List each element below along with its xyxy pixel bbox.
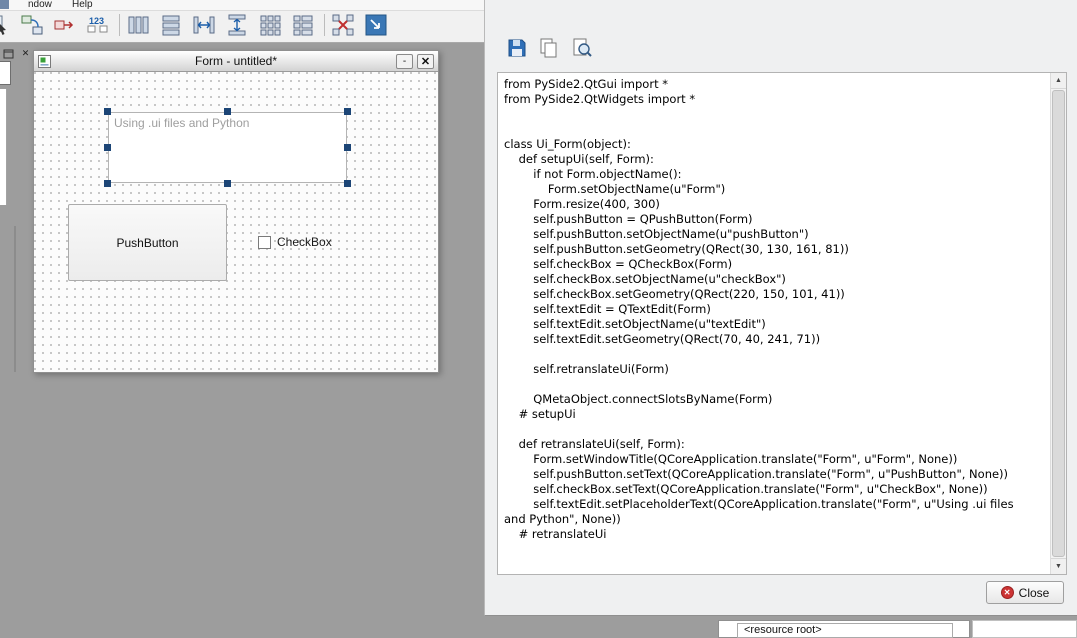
code-line: from PySide2.QtWidgets import * xyxy=(504,92,1047,107)
break-layout-icon[interactable] xyxy=(331,13,355,37)
form-window-titlebar[interactable]: Form - untitled* - ✕ xyxy=(34,51,438,72)
save-icon[interactable] xyxy=(505,36,529,60)
code-line: self.checkBox.setGeometry(QRect(220, 150… xyxy=(504,287,1047,302)
close-button-label: Close xyxy=(1019,586,1050,600)
code-line: # setupUi xyxy=(504,407,1047,422)
svg-text:123: 123 xyxy=(89,16,104,26)
code-view[interactable]: from PySide2.QtGui import *from PySide2.… xyxy=(497,72,1067,575)
code-line: self.pushButton.setObjectName(u"pushButt… xyxy=(504,227,1047,242)
form-window-icon xyxy=(38,55,51,68)
code-line xyxy=(504,107,1047,122)
dock-panel-fragment xyxy=(0,61,11,85)
vertical-scrollbar[interactable]: ▲ ▼ xyxy=(1050,73,1066,574)
minimize-button[interactable]: - xyxy=(396,54,413,69)
edit-tab-order-icon[interactable]: 123 xyxy=(86,13,110,37)
dock-float-icon[interactable] xyxy=(2,47,15,60)
dock-close-icon[interactable]: ✕ xyxy=(19,47,32,60)
form-window-title: Form - untitled* xyxy=(34,54,438,68)
code-line: Form.resize(400, 300) xyxy=(504,197,1047,212)
code-line: from PySide2.QtGui import * xyxy=(504,77,1047,92)
code-line: # retranslateUi xyxy=(504,527,1047,542)
checkbox-widget[interactable]: CheckBox xyxy=(258,234,332,250)
dock-panel-fragment xyxy=(0,89,7,205)
textedit-placeholder: Using .ui files and Python xyxy=(114,116,249,130)
code-line xyxy=(504,422,1047,437)
find-icon[interactable] xyxy=(570,36,594,60)
code-line: self.textEdit.setObjectName(u"textEdit") xyxy=(504,317,1047,332)
edit-signals-slots-icon[interactable] xyxy=(20,13,44,37)
selection-handle[interactable] xyxy=(344,108,351,115)
layout-vertical-icon[interactable] xyxy=(159,13,183,37)
code-line: class Ui_Form(object): xyxy=(504,137,1047,152)
pushbutton-widget[interactable]: PushButton xyxy=(68,204,227,281)
code-line: self.textEdit = QTextEdit(Form) xyxy=(504,302,1047,317)
resource-root-item[interactable]: <resource root> xyxy=(737,623,953,638)
selection-handle[interactable] xyxy=(104,108,111,115)
textedit-widget[interactable]: Using .ui files and Python xyxy=(108,112,347,183)
toolbar-separator xyxy=(119,14,120,36)
selection-handle[interactable] xyxy=(344,180,351,187)
copy-icon[interactable] xyxy=(537,36,561,60)
code-line: def retranslateUi(self, Form): xyxy=(504,437,1047,452)
resource-browser: <resource root> xyxy=(718,620,970,638)
close-x-icon: ✕ xyxy=(1001,586,1014,599)
selection-handle[interactable] xyxy=(224,180,231,187)
scrollbar-thumb[interactable] xyxy=(1052,90,1065,557)
code-preview-dialog: from PySide2.QtGui import *from PySide2.… xyxy=(484,0,1077,616)
code-line: self.checkBox.setObjectName(u"checkBox") xyxy=(504,272,1047,287)
edit-buddies-icon[interactable] xyxy=(53,13,77,37)
code-line: QMetaObject.connectSlotsByName(Form) xyxy=(504,392,1047,407)
window-close-button[interactable]: ✕ xyxy=(417,54,434,69)
code-line: self.retranslateUi(Form) xyxy=(504,362,1047,377)
scroll-up-icon[interactable]: ▲ xyxy=(1051,73,1066,89)
selection-handle[interactable] xyxy=(104,144,111,151)
code-line: self.textEdit.setGeometry(QRect(70, 40, … xyxy=(504,332,1047,347)
checkbox-label: CheckBox xyxy=(277,235,332,249)
scroll-down-icon[interactable]: ▼ xyxy=(1051,558,1066,574)
form-canvas[interactable]: Using .ui files and Python PushButton Ch… xyxy=(34,72,438,372)
dock-scrollbar-fragment[interactable] xyxy=(14,226,16,372)
close-button[interactable]: ✕ Close xyxy=(986,581,1064,604)
dock-titlebar-buttons: ✕ xyxy=(2,47,32,60)
checkbox-indicator[interactable] xyxy=(258,236,271,249)
code-line: Form.setObjectName(u"Form") xyxy=(504,182,1047,197)
top-chrome: ndow Help 123 xyxy=(0,0,485,43)
resource-side-panel xyxy=(972,620,1077,638)
designer-form-window[interactable]: Form - untitled* - ✕ Using .ui files and… xyxy=(33,50,439,373)
menubar-icon-fragment xyxy=(0,0,9,9)
layout-splitter-vertical-icon[interactable] xyxy=(225,13,249,37)
toolbar: 123 xyxy=(0,13,397,37)
code-line: self.pushButton = QPushButton(Form) xyxy=(504,212,1047,227)
selection-handle[interactable] xyxy=(224,108,231,115)
selection-handle[interactable] xyxy=(104,180,111,187)
code-line: Form.setWindowTitle(QCoreApplication.tra… xyxy=(504,452,1047,467)
code-line: self.checkBox = QCheckBox(Form) xyxy=(504,257,1047,272)
menu-window[interactable]: ndow xyxy=(28,0,52,10)
toolbar-separator xyxy=(324,14,325,36)
code-line xyxy=(504,377,1047,392)
code-text: from PySide2.QtGui import *from PySide2.… xyxy=(499,74,1049,573)
menu-help[interactable]: Help xyxy=(72,0,93,10)
edit-widgets-icon[interactable] xyxy=(0,13,11,37)
adjust-size-icon[interactable] xyxy=(364,13,388,37)
code-line: if not Form.objectName(): xyxy=(504,167,1047,182)
code-line: self.textEdit.setPlaceholderText(QCoreAp… xyxy=(504,497,1047,512)
code-line: self.pushButton.setGeometry(QRect(30, 13… xyxy=(504,242,1047,257)
layout-splitter-horizontal-icon[interactable] xyxy=(192,13,216,37)
code-line xyxy=(504,122,1047,137)
layout-grid-icon[interactable] xyxy=(258,13,282,37)
code-line: self.pushButton.setText(QCoreApplication… xyxy=(504,467,1047,482)
layout-form-icon[interactable] xyxy=(291,13,315,37)
code-line: and Python", None)) xyxy=(504,512,1047,527)
code-line: def setupUi(self, Form): xyxy=(504,152,1047,167)
code-line xyxy=(504,347,1047,362)
layout-horizontal-icon[interactable] xyxy=(126,13,150,37)
menubar: ndow Help xyxy=(0,0,485,11)
selection-handle[interactable] xyxy=(344,144,351,151)
code-line: self.checkBox.setText(QCoreApplication.t… xyxy=(504,482,1047,497)
